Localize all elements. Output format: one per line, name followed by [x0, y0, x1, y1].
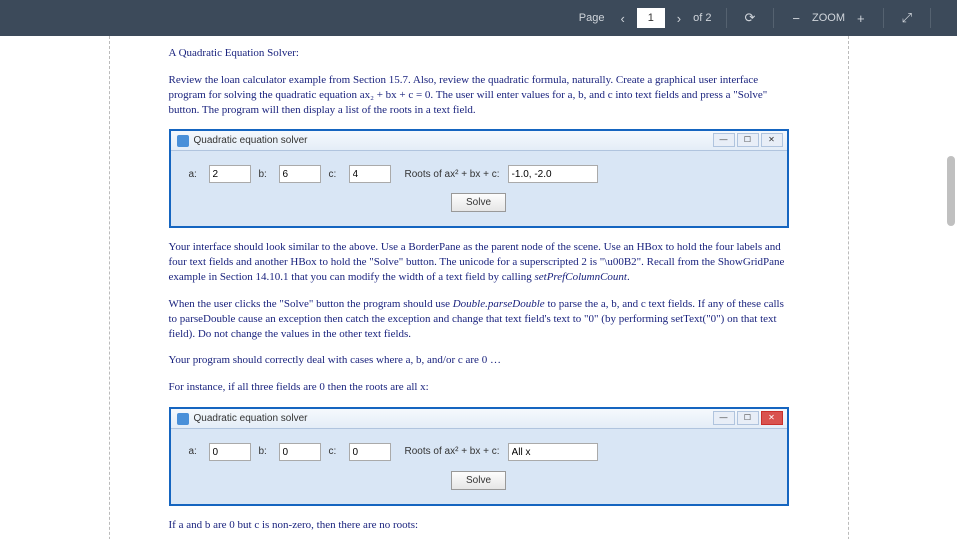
page-margin-left	[109, 36, 110, 539]
page-title: A Quadratic Equation Solver:	[169, 46, 789, 61]
window-body: a: b: c: Roots of ax² + bx + c: Solve	[171, 429, 787, 504]
prev-page-button[interactable]: ‹	[616, 11, 628, 26]
text: Your interface should look similar to th…	[169, 241, 785, 283]
roots-field	[508, 165, 598, 183]
document-page: A Quadratic Equation Solver: Review the …	[159, 36, 799, 539]
window-controls: — ☐ ✕	[713, 411, 783, 425]
paragraph: If a and b are 0 but c is non-zero, then…	[169, 518, 789, 533]
button-row: Solve	[189, 471, 769, 490]
maximize-icon: ☐	[737, 411, 759, 425]
collapse-button[interactable]: ⤢	[898, 10, 916, 26]
a-field	[209, 165, 251, 183]
input-row: a: b: c: Roots of ax² + bx + c:	[189, 443, 769, 461]
a-field	[209, 443, 251, 461]
refresh-button[interactable]: ⟳	[741, 10, 760, 26]
solve-button: Solve	[451, 471, 506, 490]
text: When the user clicks the "Solve" button …	[169, 298, 453, 310]
app-icon	[177, 135, 189, 147]
b-label: b:	[259, 168, 271, 182]
solve-button: Solve	[451, 193, 506, 212]
pdf-toolbar: Page ‹ › of 2 ⟳ − ZOOM + ⤢	[0, 0, 957, 36]
a-label: a:	[189, 168, 201, 182]
zoom-in-button[interactable]: +	[853, 11, 869, 26]
divider	[773, 8, 774, 28]
window-title: Quadratic equation solver	[194, 412, 308, 426]
b-field	[279, 165, 321, 183]
text: .	[627, 271, 630, 283]
window-body: a: b: c: Roots of ax² + bx + c: Solve	[171, 151, 787, 226]
divider	[930, 8, 931, 28]
paragraph: Review the loan calculator example from …	[169, 73, 789, 118]
roots-field	[508, 443, 598, 461]
a-label: a:	[189, 445, 201, 459]
minimize-icon: —	[713, 411, 735, 425]
page-label: Page	[579, 12, 605, 24]
paragraph: Your interface should look similar to th…	[169, 240, 789, 285]
maximize-icon: ☐	[737, 133, 759, 147]
code-ref: Double.parseDouble	[453, 298, 545, 310]
button-row: Solve	[189, 193, 769, 212]
paragraph: For instance, if all three fields are 0 …	[169, 380, 789, 395]
paragraph: Your program should correctly deal with …	[169, 353, 789, 368]
c-label: c:	[329, 445, 341, 459]
minimize-icon: —	[713, 133, 735, 147]
window-titlebar: Quadratic equation solver — ☐ ✕	[171, 409, 787, 429]
paragraph: When the user clicks the "Solve" button …	[169, 297, 789, 342]
page-margin-right	[848, 36, 849, 539]
screenshot-window-2: Quadratic equation solver — ☐ ✕ a: b: c:…	[169, 407, 789, 506]
page-count-label: of 2	[693, 12, 711, 24]
close-icon: ✕	[761, 411, 783, 425]
document-viewer[interactable]: A Quadratic Equation Solver: Review the …	[0, 36, 957, 539]
divider	[726, 8, 727, 28]
zoom-out-button[interactable]: −	[788, 11, 804, 26]
window-controls: — ☐ ✕	[713, 133, 783, 147]
next-page-button[interactable]: ›	[673, 11, 685, 26]
window-title: Quadratic equation solver	[194, 134, 308, 148]
b-field	[279, 443, 321, 461]
divider	[883, 8, 884, 28]
window-titlebar: Quadratic equation solver — ☐ ✕	[171, 131, 787, 151]
code-ref: setPrefColumnCount	[534, 271, 626, 283]
roots-label: Roots of ax² + bx + c:	[405, 168, 500, 182]
c-field	[349, 443, 391, 461]
close-icon: ✕	[761, 133, 783, 147]
zoom-label: ZOOM	[812, 12, 845, 24]
b-label: b:	[259, 445, 271, 459]
c-field	[349, 165, 391, 183]
c-label: c:	[329, 168, 341, 182]
input-row: a: b: c: Roots of ax² + bx + c:	[189, 165, 769, 183]
page-number-input[interactable]	[637, 8, 665, 28]
screenshot-window-1: Quadratic equation solver — ☐ ✕ a: b: c:…	[169, 129, 789, 228]
app-icon	[177, 413, 189, 425]
scrollbar-thumb[interactable]	[947, 156, 955, 226]
roots-label: Roots of ax² + bx + c:	[405, 445, 500, 459]
